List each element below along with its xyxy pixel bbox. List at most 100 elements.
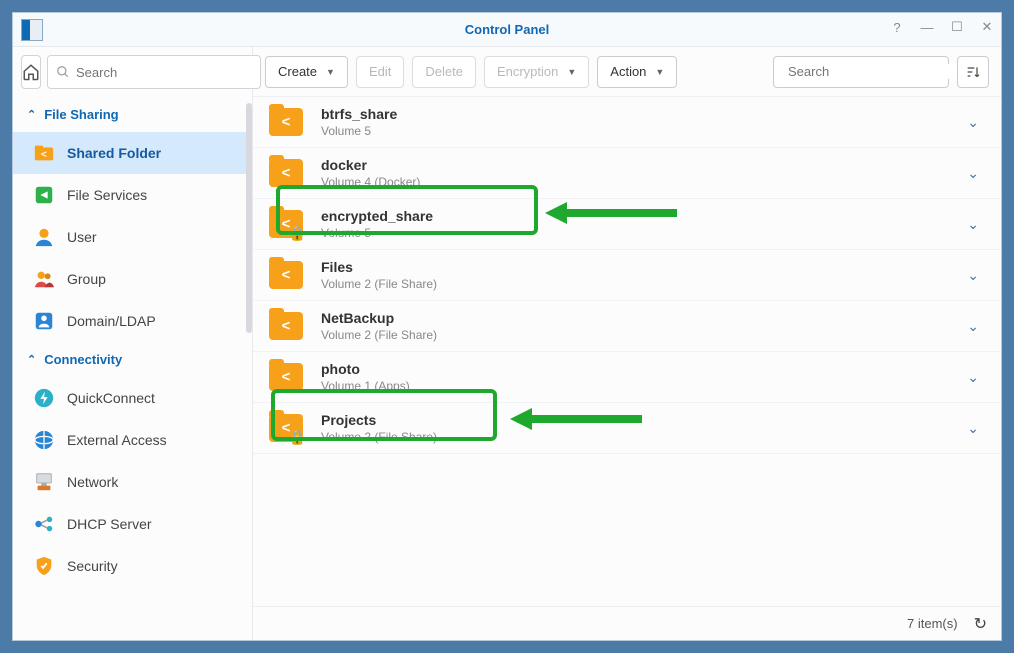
folder-name: NetBackup <box>321 310 437 326</box>
folder-row[interactable]: 🔒ProjectsVolume 2 (File Share)⌄ <box>253 403 1001 454</box>
folder-icon <box>269 159 303 187</box>
create-button[interactable]: Create▼ <box>265 56 348 88</box>
folder-row[interactable]: docker Volume 4 (Docker) ⌄ <box>253 148 1001 199</box>
sidebar-item-label: File Services <box>67 187 147 203</box>
svg-text:<: < <box>41 150 47 161</box>
sidebar-search[interactable] <box>47 55 261 89</box>
home-button[interactable] <box>21 55 41 89</box>
search-input[interactable] <box>788 64 964 79</box>
network-icon <box>33 471 55 493</box>
section-label: Connectivity <box>44 352 122 367</box>
group-icon <box>33 268 55 290</box>
folder-row[interactable]: 🔒encrypted_shareVolume 5⌄ <box>253 199 1001 250</box>
help-icon[interactable]: ? <box>889 19 905 35</box>
folder-volume: Volume 2 (File Share) <box>321 430 437 444</box>
folder-icon <box>269 312 303 340</box>
folder-name: encrypted_share <box>321 208 433 224</box>
sidebar-item-shared-folder[interactable]: < Shared Folder <box>13 132 252 174</box>
titlebar: Control Panel ? — ☐ ✕ <box>13 13 1001 47</box>
folder-icon: 🔒 <box>269 210 303 238</box>
dhcp-server-icon <box>33 513 55 535</box>
maximize-icon[interactable]: ☐ <box>949 19 965 35</box>
section-file-sharing[interactable]: ⌃ File Sharing <box>13 97 252 132</box>
delete-button[interactable]: Delete <box>412 56 476 88</box>
window-controls: ? — ☐ ✕ <box>889 19 995 35</box>
folder-name: photo <box>321 361 410 377</box>
footer: 7 item(s) ↻ <box>253 606 1001 640</box>
folder-icon <box>269 363 303 391</box>
main: Create▼ Edit Delete Encryption▼ Action▼ … <box>253 47 1001 640</box>
sidebar-item-label: DHCP Server <box>67 516 152 532</box>
body: ⌃ File Sharing < Shared Folder File Serv… <box>13 47 1001 640</box>
folder-row[interactable]: photo Volume 1 (Apps) ⌄ <box>253 352 1001 403</box>
encryption-button[interactable]: Encryption▼ <box>484 56 589 88</box>
folder-row[interactable]: NetBackup Volume 2 (File Share) ⌄ <box>253 301 1001 352</box>
folder-row[interactable]: FilesVolume 2 (File Share)⌄ <box>253 250 1001 301</box>
section-label: File Sharing <box>44 107 118 122</box>
folder-volume: Volume 2 (File Share) <box>321 277 437 291</box>
search-box[interactable] <box>773 56 949 88</box>
folder-icon: 🔒 <box>269 414 303 442</box>
toolbar: Create▼ Edit Delete Encryption▼ Action▼ <box>253 47 1001 97</box>
sidebar-item-security[interactable]: Security <box>13 545 252 587</box>
sidebar-item-quickconnect[interactable]: QuickConnect <box>13 377 252 419</box>
chevron-down-icon[interactable]: ⌄ <box>967 318 985 335</box>
sidebar-item-network[interactable]: Network <box>13 461 252 503</box>
security-icon <box>33 555 55 577</box>
file-services-icon <box>33 184 55 206</box>
chevron-down-icon[interactable]: ⌄ <box>967 114 985 131</box>
sidebar-item-user[interactable]: User <box>13 216 252 258</box>
external-access-icon <box>33 429 55 451</box>
chevron-down-icon[interactable]: ⌄ <box>967 165 985 182</box>
caret-down-icon: ▼ <box>326 67 335 77</box>
action-button[interactable]: Action▼ <box>597 56 677 88</box>
chevron-down-icon[interactable]: ⌄ <box>967 369 985 386</box>
shared-folder-icon: < <box>33 142 55 164</box>
quickconnect-icon <box>33 387 55 409</box>
sidebar-item-group[interactable]: Group <box>13 258 252 300</box>
folder-volume: Volume 1 (Apps) <box>321 379 410 393</box>
sidebar-item-label: External Access <box>67 432 167 448</box>
section-connectivity[interactable]: ⌃ Connectivity <box>13 342 252 377</box>
folder-volume: Volume 5 <box>321 124 397 138</box>
sidebar-item-label: Shared Folder <box>67 145 161 161</box>
window-title: Control Panel <box>13 22 1001 37</box>
caret-down-icon: ▼ <box>655 67 664 77</box>
folder-row[interactable]: btrfs_share Volume 5 ⌄ <box>253 97 1001 148</box>
folder-volume: Volume 4 (Docker) <box>321 175 420 189</box>
sort-button[interactable] <box>957 56 989 88</box>
chevron-up-icon: ⌃ <box>27 108 36 121</box>
folder-volume: Volume 2 (File Share) <box>321 328 437 342</box>
sidebar-item-file-services[interactable]: File Services <box>13 174 252 216</box>
folder-list: btrfs_share Volume 5 ⌄ docker Volume 4 (Dock… <box>253 97 1001 606</box>
item-count: 7 item(s) <box>907 616 958 631</box>
folder-icon <box>269 108 303 136</box>
sidebar-search-input[interactable] <box>76 65 252 80</box>
chevron-down-icon[interactable]: ⌄ <box>967 267 985 284</box>
scrollbar[interactable] <box>246 103 252 333</box>
lock-icon: 🔒 <box>289 225 306 242</box>
lock-icon: 🔒 <box>289 429 306 446</box>
domain-ldap-icon <box>33 310 55 332</box>
chevron-down-icon[interactable]: ⌄ <box>967 216 985 233</box>
sidebar-item-external-access[interactable]: External Access <box>13 419 252 461</box>
sidebar-item-dhcp-server[interactable]: DHCP Server <box>13 503 252 545</box>
sidebar-top <box>13 47 252 97</box>
close-icon[interactable]: ✕ <box>979 19 995 35</box>
control-panel-window: Control Panel ? — ☐ ✕ ⌃ Fil <box>12 12 1002 641</box>
edit-button[interactable]: Edit <box>356 56 404 88</box>
sidebar-item-domain-ldap[interactable]: Domain/LDAP <box>13 300 252 342</box>
folder-name: docker <box>321 157 420 173</box>
minimize-icon[interactable]: — <box>919 19 935 35</box>
folder-name: btrfs_share <box>321 106 397 122</box>
chevron-up-icon: ⌃ <box>27 353 36 366</box>
sidebar-item-label: Group <box>67 271 106 287</box>
sidebar: ⌃ File Sharing < Shared Folder File Serv… <box>13 47 253 640</box>
chevron-down-icon[interactable]: ⌄ <box>967 420 985 437</box>
folder-icon <box>269 261 303 289</box>
sidebar-item-label: User <box>67 229 97 245</box>
search-icon <box>56 65 70 79</box>
refresh-icon[interactable]: ↻ <box>974 614 987 634</box>
sidebar-item-label: Domain/LDAP <box>67 313 156 329</box>
caret-down-icon: ▼ <box>567 67 576 77</box>
